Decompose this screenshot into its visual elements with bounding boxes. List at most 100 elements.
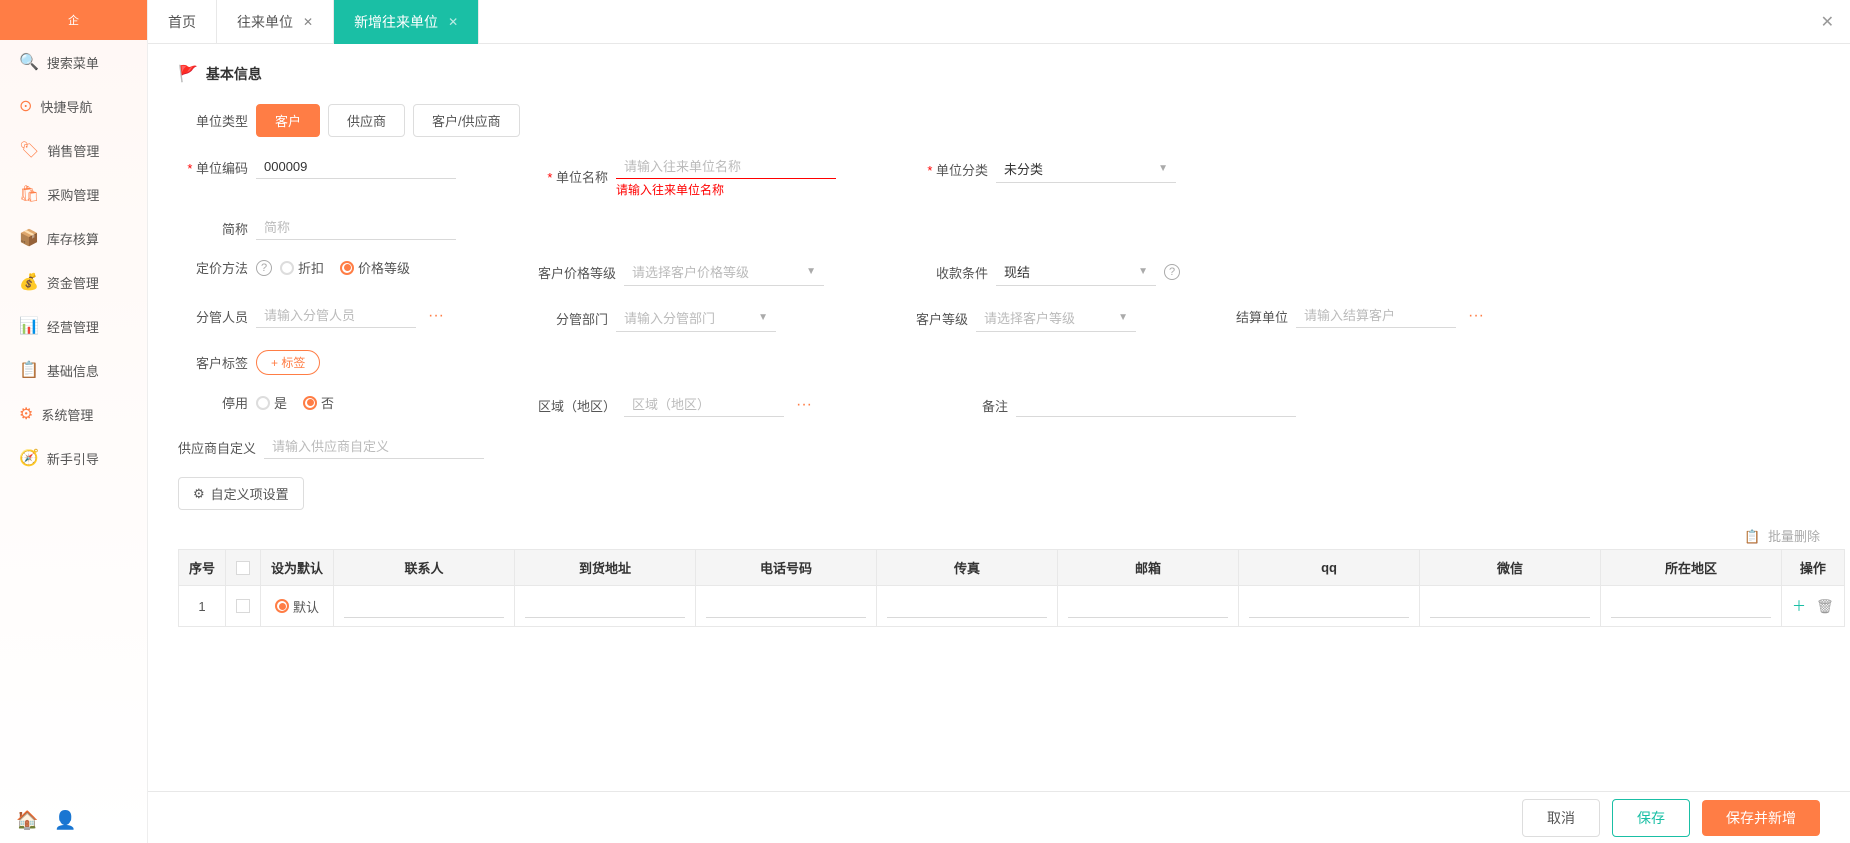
col-action: 操作	[1782, 550, 1845, 586]
row-manager: 分管人员 ··· 分管部门 请输入分管部门 ▼ 客户等级 请选择客户等级 ▼ 结…	[178, 304, 1820, 332]
row-email-input[interactable]	[1068, 594, 1228, 618]
sidebar-item-label: 销售管理	[47, 141, 99, 160]
cust-level-select[interactable]: 请选择客户等级 ▼	[976, 304, 1136, 332]
pricing-radio-discount[interactable]: 折扣	[280, 258, 324, 277]
custom-setting-row: ⚙ 自定义项设置	[178, 477, 1820, 510]
pricing-label: 定价方法	[178, 258, 248, 277]
col-qq: qq	[1239, 550, 1420, 586]
row-fax-input[interactable]	[887, 594, 1047, 618]
department-field: 分管部门 请输入分管部门 ▼	[538, 304, 898, 332]
custom-setting-button[interactable]: ⚙ 自定义项设置	[178, 477, 304, 510]
purchase-icon: 🛍	[19, 184, 39, 204]
sidebar-item-guide[interactable]: 🧭 新手引导	[0, 436, 147, 480]
disabled-radio-no[interactable]: 否	[303, 393, 334, 412]
sidebar-item-quick-nav[interactable]: ⊙ 快捷导航	[0, 84, 147, 128]
cust-price-level-value: 请选择客户价格等级	[632, 262, 802, 281]
tab-new-partner-close[interactable]: ✕	[448, 15, 458, 29]
sidebar-item-finance[interactable]: 💰 资金管理	[0, 260, 147, 304]
row-pricing: 定价方法 ? 折扣 价格等级 客户价格等级 请选择客户价格等级	[178, 258, 1820, 286]
disabled-no-label: 否	[321, 393, 334, 412]
row-wechat-input[interactable]	[1430, 594, 1590, 618]
sidebar-item-operations[interactable]: 📊 经营管理	[0, 304, 147, 348]
row-default-radio[interactable]: 默认	[271, 597, 323, 616]
pricing-radio-level[interactable]: 价格等级	[340, 258, 410, 277]
col-region: 所在地区	[1601, 550, 1782, 586]
table-row: 1 默认	[179, 586, 1845, 627]
save-add-button[interactable]: 保存并新增	[1702, 800, 1820, 836]
manager-more-btn[interactable]: ···	[424, 307, 448, 325]
department-select[interactable]: 请输入分管部门 ▼	[616, 304, 776, 332]
form-content: 🚩 基本信息 单位类型 客户 供应商 客户/供应商 单位编码 单位名称	[148, 44, 1850, 791]
tab-partners[interactable]: 往来单位 ✕	[217, 0, 334, 44]
payment-terms-help-icon[interactable]: ?	[1164, 264, 1180, 280]
close-all-tabs[interactable]: ✕	[1821, 12, 1834, 32]
cust-price-level-field: 客户价格等级 请选择客户价格等级 ▼	[538, 258, 918, 286]
select-all-checkbox[interactable]	[236, 561, 250, 575]
row-region-input[interactable]	[1611, 594, 1771, 618]
settlement-more-btn[interactable]: ···	[1464, 307, 1488, 325]
finance-icon: 💰	[19, 272, 39, 292]
unit-code-input[interactable]	[256, 155, 456, 179]
department-arrow: ▼	[758, 312, 768, 323]
unit-btn-customer[interactable]: 客户	[256, 104, 320, 137]
tab-new-partner[interactable]: 新增往来单位 ✕	[334, 0, 479, 44]
batch-delete-icon: 📋	[1744, 529, 1760, 544]
unit-category-select[interactable]: 未分类 ▼	[996, 155, 1176, 183]
disabled-yes-label: 是	[274, 393, 287, 412]
supplier-custom-input[interactable]	[264, 435, 484, 459]
batch-delete-btn[interactable]: 批量删除	[1768, 529, 1820, 544]
row-add-icon[interactable]: ＋	[1792, 596, 1806, 616]
row-phone-input[interactable]	[706, 594, 866, 618]
save-button[interactable]: 保存	[1612, 799, 1690, 837]
tab-home[interactable]: 首页	[148, 0, 217, 44]
col-default: 设为默认	[261, 550, 334, 586]
home-icon: ⊙	[19, 96, 32, 116]
tab-partners-close[interactable]: ✕	[303, 15, 313, 29]
settlement-label: 结算单位	[1218, 307, 1288, 326]
row-address-input[interactable]	[525, 594, 685, 618]
sidebar-item-basic-info[interactable]: 📋 基础信息	[0, 348, 147, 392]
pricing-help-icon[interactable]: ?	[256, 260, 272, 276]
notes-input[interactable]	[1016, 393, 1296, 417]
payment-terms-select[interactable]: 现结 ▼	[996, 258, 1156, 286]
settlement-input[interactable]	[1296, 304, 1456, 328]
row-qq-input[interactable]	[1249, 594, 1409, 618]
sidebar-item-label: 基础信息	[47, 361, 99, 380]
unit-category-label: 单位分类	[918, 160, 988, 179]
region-input[interactable]	[624, 393, 784, 417]
sidebar-item-inventory[interactable]: 📦 库存核算	[0, 216, 147, 260]
cust-price-level-label: 客户价格等级	[538, 263, 616, 282]
unit-type-label: 单位类型	[178, 111, 248, 130]
sidebar-bottom-icon1[interactable]: 🏠	[16, 810, 38, 831]
region-more-btn[interactable]: ···	[792, 396, 816, 414]
unit-code-field: 单位编码	[178, 155, 538, 179]
row-contact-cell	[334, 586, 515, 627]
section-header: 🚩 基本信息	[178, 64, 1820, 84]
unit-name-input[interactable]	[616, 155, 836, 179]
region-field: 区域（地区） ···	[538, 393, 938, 417]
abbr-input[interactable]	[256, 216, 456, 240]
sidebar-item-label: 采购管理	[47, 185, 99, 204]
unit-btn-supplier[interactable]: 供应商	[328, 104, 405, 137]
sidebar-item-search[interactable]: 🔍 搜索菜单	[0, 40, 147, 84]
sidebar-item-sales[interactable]: 🏷 销售管理	[0, 128, 147, 172]
unit-btn-both[interactable]: 客户/供应商	[413, 104, 520, 137]
add-tag-button[interactable]: + 标签	[256, 350, 320, 375]
sidebar-bottom-icon2[interactable]: 👤	[54, 810, 76, 831]
disabled-radio-yes[interactable]: 是	[256, 393, 287, 412]
manager-input[interactable]	[256, 304, 416, 328]
cust-price-level-select[interactable]: 请选择客户价格等级 ▼	[624, 258, 824, 286]
sidebar-item-label: 资金管理	[47, 273, 99, 292]
row-phone-cell	[696, 586, 877, 627]
sidebar-item-system[interactable]: ⚙ 系统管理	[0, 392, 147, 436]
sidebar-item-purchase[interactable]: 🛍 采购管理	[0, 172, 147, 216]
cancel-button[interactable]: 取消	[1522, 799, 1600, 837]
col-checkbox	[226, 550, 261, 586]
row-default-cell: 默认	[261, 586, 334, 627]
row-checkbox[interactable]	[236, 599, 250, 613]
sidebar-item-label: 经营管理	[47, 317, 99, 336]
table-wrapper: 序号 设为默认 联系人 到货地址 电话号码 传真 邮箱 qq 微信 所在地区	[178, 549, 1820, 627]
row-disabled: 停用 是 否 区域（地区） ··· 备注	[178, 393, 1820, 417]
row-delete-icon[interactable]: 🗑	[1816, 598, 1834, 615]
row-contact-input[interactable]	[344, 594, 504, 618]
